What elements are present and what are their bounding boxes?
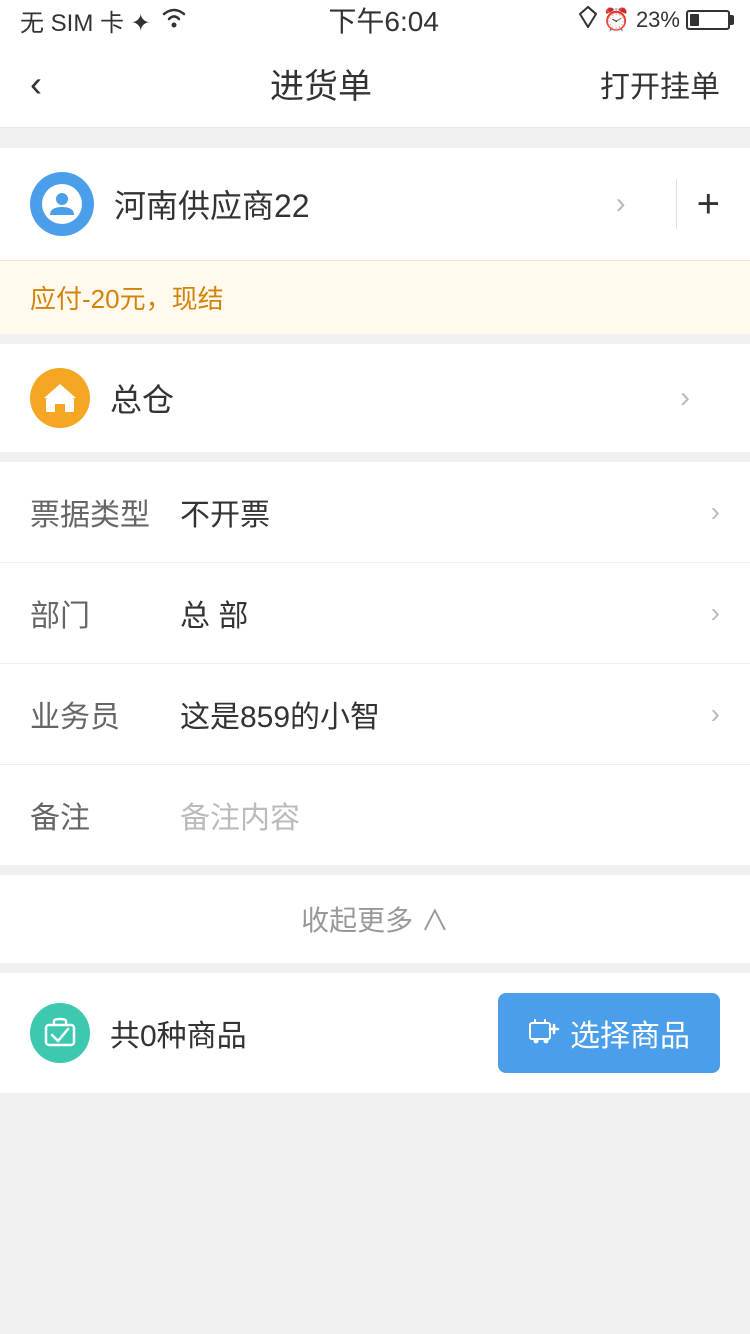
vertical-divider: [676, 179, 677, 229]
supplier-section: 河南供应商22 › + 应付-20元，现结: [0, 148, 750, 334]
product-count: 共0种商品: [110, 1011, 498, 1055]
dept-row[interactable]: 部门 总 部 ›: [0, 563, 750, 664]
cart-icon: [528, 1019, 560, 1047]
battery-icon: [686, 10, 730, 30]
dept-value: 总 部: [170, 591, 711, 635]
remark-label: 备注: [30, 793, 170, 837]
select-product-label: 选择商品: [570, 1011, 690, 1055]
supplier-chevron-icon: ›: [616, 187, 626, 221]
status-time: 下午6:04: [328, 0, 439, 40]
notice-text: 应付-20元，现结: [30, 284, 224, 314]
remark-row[interactable]: 备注 备注内容: [0, 765, 750, 865]
open-pending-button[interactable]: 打开挂单: [600, 62, 720, 106]
avatar-inner: [42, 184, 82, 224]
notice-banner: 应付-20元，现结: [0, 260, 750, 334]
supplier-row[interactable]: 河南供应商22 › +: [0, 148, 750, 260]
collapse-row[interactable]: 收起更多 ∧: [0, 865, 750, 963]
supplier-name: 河南供应商22: [114, 181, 616, 227]
product-icon: [42, 1015, 78, 1051]
product-icon-wrap: [30, 1003, 90, 1063]
sim-label: 无 SIM 卡 ✦: [20, 3, 151, 38]
dept-label: 部门: [30, 591, 170, 635]
battery-percent: 23%: [636, 7, 680, 33]
page-container: 无 SIM 卡 ✦ 下午6:04 ⏰ 23%: [0, 0, 750, 1334]
status-left: 无 SIM 卡 ✦: [20, 3, 189, 38]
product-bar: 共0种商品 选择商品: [0, 963, 750, 1093]
supplier-avatar: [30, 172, 94, 236]
invoice-value: 不开票: [170, 490, 711, 534]
warehouse-chevron-icon: ›: [680, 381, 690, 415]
staff-value: 这是859的小智: [170, 692, 711, 736]
remark-input[interactable]: 备注内容: [170, 793, 720, 837]
warehouse-name: 总仓: [110, 375, 680, 421]
back-button[interactable]: ‹: [30, 63, 42, 105]
dept-chevron-icon: ›: [711, 597, 720, 629]
collapse-label: 收起更多 ∧: [301, 899, 449, 939]
top-divider: [0, 128, 750, 148]
staff-label: 业务员: [30, 692, 170, 736]
staff-chevron-icon: ›: [711, 698, 720, 730]
person-icon: [47, 189, 77, 219]
status-bar: 无 SIM 卡 ✦ 下午6:04 ⏰ 23%: [0, 0, 750, 40]
page-title: 进货单: [270, 59, 372, 108]
invoice-chevron-icon: ›: [711, 496, 720, 528]
form-section: 票据类型 不开票 › 部门 总 部 › 业务员 这是859的小智 › 备注 备注…: [0, 452, 750, 865]
alarm-icon: ⏰: [603, 7, 630, 33]
invoice-label: 票据类型: [30, 490, 170, 534]
warehouse-row[interactable]: 总仓 ›: [0, 334, 750, 452]
select-product-button[interactable]: 选择商品: [498, 993, 720, 1073]
status-right: ⏰ 23%: [579, 6, 730, 34]
nav-bar: ‹ 进货单 打开挂单: [0, 40, 750, 128]
staff-row[interactable]: 业务员 这是859的小智 ›: [0, 664, 750, 765]
invoice-row[interactable]: 票据类型 不开票 ›: [0, 462, 750, 563]
warehouse-icon: [42, 380, 78, 416]
add-supplier-button[interactable]: +: [697, 182, 720, 227]
wifi-icon: [159, 6, 189, 35]
location-icon: [579, 6, 597, 34]
warehouse-icon-wrap: [30, 368, 90, 428]
